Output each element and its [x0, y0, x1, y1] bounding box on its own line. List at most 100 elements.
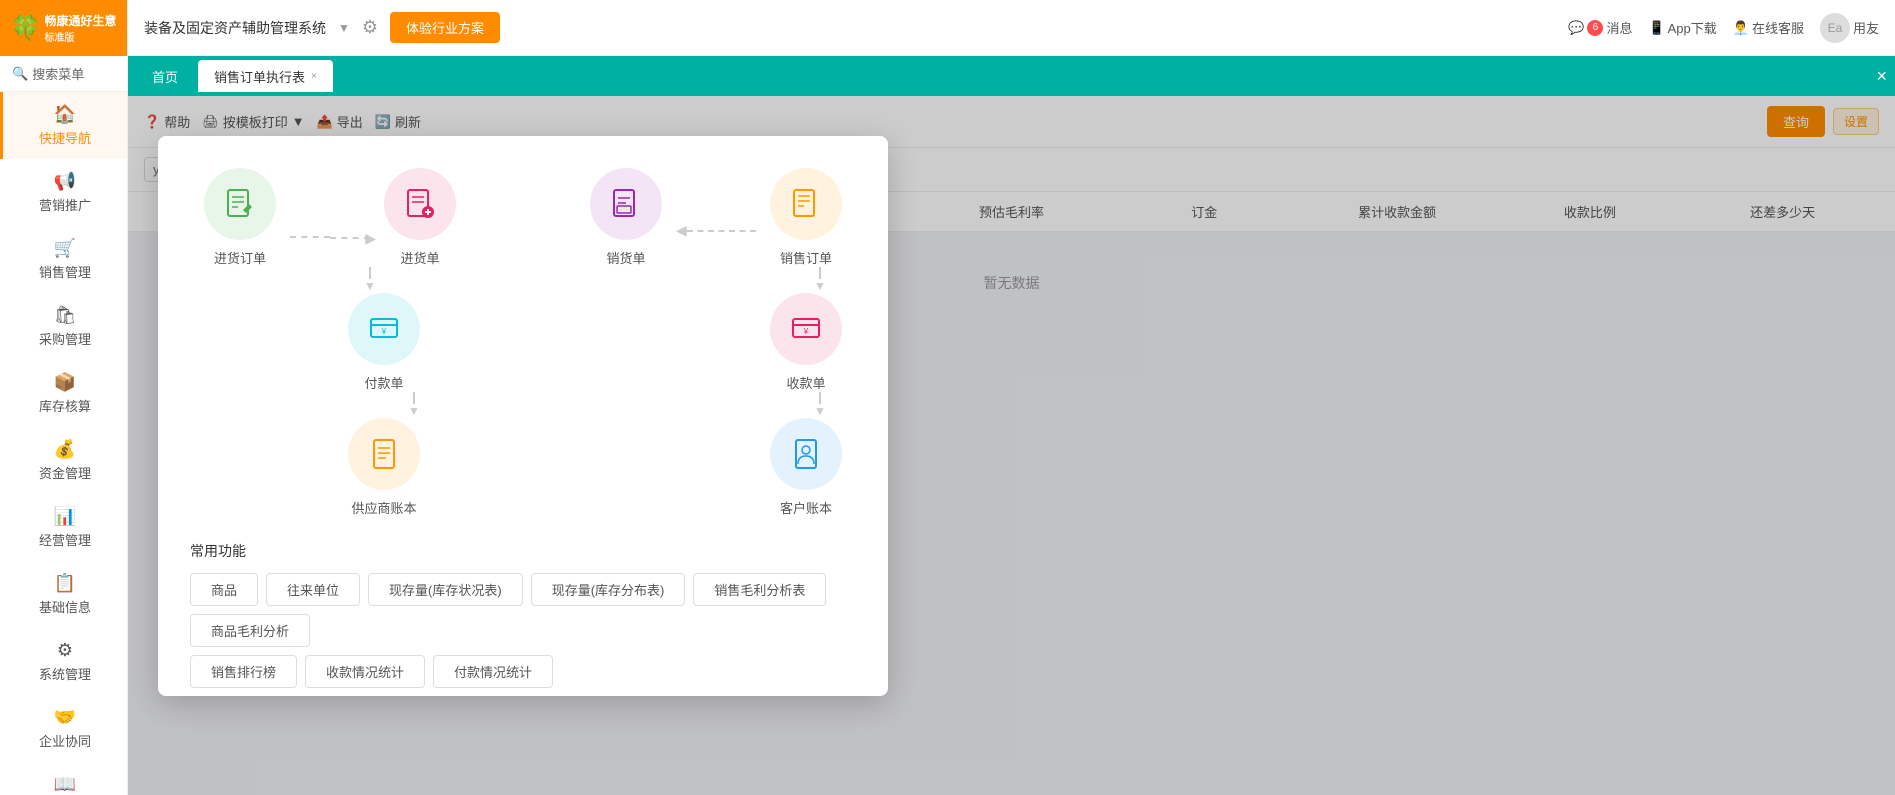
svg-text:¥: ¥ — [381, 327, 387, 336]
flow-row-1: 进货订单 ▶ 进货单 — [190, 168, 856, 267]
inventory-icon: 📦 — [54, 372, 76, 393]
sales-bill-circle[interactable] — [590, 168, 662, 240]
phone-icon: 📱 — [1648, 20, 1664, 36]
topbar-dropdown-icon[interactable]: ▼ — [338, 21, 350, 35]
user-label: 用友 — [1853, 18, 1879, 37]
sidebar-item-label: 采购管理 — [39, 329, 91, 348]
flow-item-receipt[interactable]: ¥ 收款单 — [756, 293, 856, 392]
common-btn-stock-status[interactable]: 现存量(库存状况表) — [368, 573, 523, 606]
online-service-item[interactable]: 👨‍💼 在线客服 — [1733, 18, 1804, 37]
flow-arrows-row4: ▼ ▼ — [190, 392, 856, 418]
common-btn-stock-dist[interactable]: 现存量(库存分布表) — [531, 573, 686, 606]
enterprise-icon: 🤝 — [54, 707, 76, 728]
common-functions: 常用功能 商品 往来单位 现存量(库存状况表) 现存量(库存分布表) 销售毛利分… — [190, 541, 856, 688]
gear-icon: ⚙ — [57, 640, 73, 661]
sidebar-item-purchase[interactable]: 🛍 采购管理 — [0, 293, 127, 360]
arrow-down-purchase: ▼ — [334, 267, 406, 293]
flow-item-purchase-bill[interactable]: 进货单 — [370, 168, 470, 267]
receipt-label: 收款单 — [786, 373, 825, 392]
tab-sales-order-exec[interactable]: 销售订单执行表 × — [198, 60, 333, 92]
flow-item-payment[interactable]: ¥ 付款单 — [334, 293, 434, 392]
sidebar-search[interactable]: 🔍 搜索菜单 — [0, 56, 127, 92]
tab-home[interactable]: 首页 — [136, 60, 194, 92]
sidebar-item-label: 基础信息 — [39, 597, 91, 616]
settings-icon[interactable]: ⚙ — [362, 17, 378, 38]
sidebar-item-quick-nav[interactable]: 🏠 快捷导航 — [0, 92, 127, 159]
sidebar-item-enterprise[interactable]: 🤝 企业协同 — [0, 695, 127, 762]
purchase-order-circle[interactable] — [204, 168, 276, 240]
sidebar-item-basic-info[interactable]: 📋 基础信息 — [0, 561, 127, 628]
sidebar-item-label: 库存核算 — [39, 396, 91, 415]
sidebar-item-finance[interactable]: 💰 资金管理 — [0, 427, 127, 494]
flow-item-supplier-ledger[interactable]: 供应商账本 — [334, 418, 434, 517]
trial-button[interactable]: 体验行业方案 — [390, 12, 500, 43]
flow-diagram: 进货订单 ▶ 进货单 — [190, 168, 856, 517]
flow-row-5: 供应商账本 客户账本 — [190, 418, 856, 517]
flow-row-3: ¥ 付款单 ¥ 收款单 — [190, 293, 856, 392]
sidebar-item-label: 经营管理 — [39, 530, 91, 549]
common-btn-product-profit[interactable]: 商品毛利分析 — [190, 614, 310, 647]
sales-icon: 🛒 — [54, 238, 76, 259]
sidebar-item-inventory[interactable]: 📦 库存核算 — [0, 360, 127, 427]
flow-arrow-h1: ▶ — [290, 236, 370, 239]
tabbar-close-icon[interactable]: × — [1876, 66, 1887, 87]
operation-icon: 📊 — [54, 506, 76, 527]
logo-icon: 🍀 — [11, 14, 41, 43]
supplier-ledger-circle[interactable] — [348, 418, 420, 490]
common-btn-payment-stats[interactable]: 付款情况统计 — [433, 655, 553, 688]
sidebar-item-sys-mgmt[interactable]: ⚙ 系统管理 — [0, 628, 127, 695]
flow-item-customer-ledger[interactable]: 客户账本 — [756, 418, 856, 517]
service-icon: 👨‍💼 — [1733, 20, 1749, 36]
message-icon: 💬 — [1568, 20, 1584, 36]
customer-ledger-label: 客户账本 — [780, 498, 832, 517]
sales-order-circle[interactable] — [770, 168, 842, 240]
customer-ledger-circle[interactable] — [770, 418, 842, 490]
sidebar-item-label: 系统管理 — [39, 664, 91, 683]
modal-overlay: 进货订单 ▶ 进货单 — [128, 96, 1895, 795]
purchase-order-label: 进货订单 — [214, 248, 266, 267]
purchase-bill-label: 进货单 — [400, 248, 439, 267]
logo-sub: 标准版 — [44, 29, 116, 44]
user-item[interactable]: Ea 用友 — [1820, 13, 1879, 43]
topbar: 装备及固定资产辅助管理系统 ▼ ⚙ 体验行业方案 💬 6 消息 📱 App下载 … — [128, 0, 1895, 56]
payment-label: 付款单 — [364, 373, 403, 392]
avatar-text: Ea — [1828, 21, 1843, 35]
finance-icon: 💰 — [54, 439, 76, 460]
sidebar-item-tutorial[interactable]: 📖 新手引导 — [0, 762, 127, 795]
common-buttons-row1: 商品 往来单位 现存量(库存状况表) 现存量(库存分布表) 销售毛利分析表 商品… — [190, 573, 856, 647]
common-functions-title: 常用功能 — [190, 541, 856, 561]
common-btn-sales-rank[interactable]: 销售排行榜 — [190, 655, 297, 688]
flow-item-sales-bill[interactable]: 销货单 — [576, 168, 676, 267]
sidebar-item-sales[interactable]: 🛒 销售管理 — [0, 226, 127, 293]
flow-arrow-h2: ◀ — [676, 222, 756, 239]
content-area: ❓ 帮助 🖨 按模板打印 ▼ 📤 导出 🔄 刷新 查询 设置 — [128, 96, 1895, 795]
purchase-bill-circle[interactable] — [384, 168, 456, 240]
receipt-circle[interactable]: ¥ — [770, 293, 842, 365]
basic-icon: 📋 — [54, 573, 76, 594]
flow-item-sales-order[interactable]: 销售订单 — [756, 168, 856, 267]
marketing-icon: 📢 — [54, 171, 76, 192]
tabbar: 首页 销售订单执行表 × × — [128, 56, 1895, 96]
payment-circle[interactable]: ¥ — [348, 293, 420, 365]
sidebar-item-operation[interactable]: 📊 经营管理 — [0, 494, 127, 561]
tutorial-icon: 📖 — [54, 774, 76, 795]
sales-order-label: 销售订单 — [780, 248, 832, 267]
message-label: 消息 — [1606, 18, 1632, 37]
common-btn-sales-profit[interactable]: 销售毛利分析表 — [693, 573, 826, 606]
common-btn-partner[interactable]: 往来单位 — [266, 573, 360, 606]
app-logo: 🍀 畅康通好生意 标准版 — [0, 0, 127, 56]
main-content: 装备及固定资产辅助管理系统 ▼ ⚙ 体验行业方案 💬 6 消息 📱 App下载 … — [128, 0, 1895, 795]
sidebar-nav: 🏠 快捷导航 📢 营销推广 🛒 销售管理 🛍 采购管理 📦 库存核算 💰 资金管… — [0, 92, 127, 795]
svg-text:¥: ¥ — [803, 327, 809, 336]
common-buttons-row2: 销售排行榜 收款情况统计 付款情况统计 — [190, 655, 856, 688]
sales-bill-label: 销货单 — [606, 248, 645, 267]
app-download-item[interactable]: 📱 App下载 — [1648, 18, 1716, 37]
flow-arrows-row2: ▼ ▼ — [190, 267, 856, 293]
common-btn-product[interactable]: 商品 — [190, 573, 258, 606]
tab-close-icon[interactable]: × — [311, 71, 317, 82]
message-item[interactable]: 💬 6 消息 — [1568, 18, 1632, 37]
sidebar-item-marketing[interactable]: 📢 营销推广 — [0, 159, 127, 226]
common-btn-receipt-stats[interactable]: 收款情况统计 — [305, 655, 425, 688]
arrow-down-receipt: ▼ — [784, 392, 856, 418]
flow-item-purchase-order[interactable]: 进货订单 — [190, 168, 290, 267]
